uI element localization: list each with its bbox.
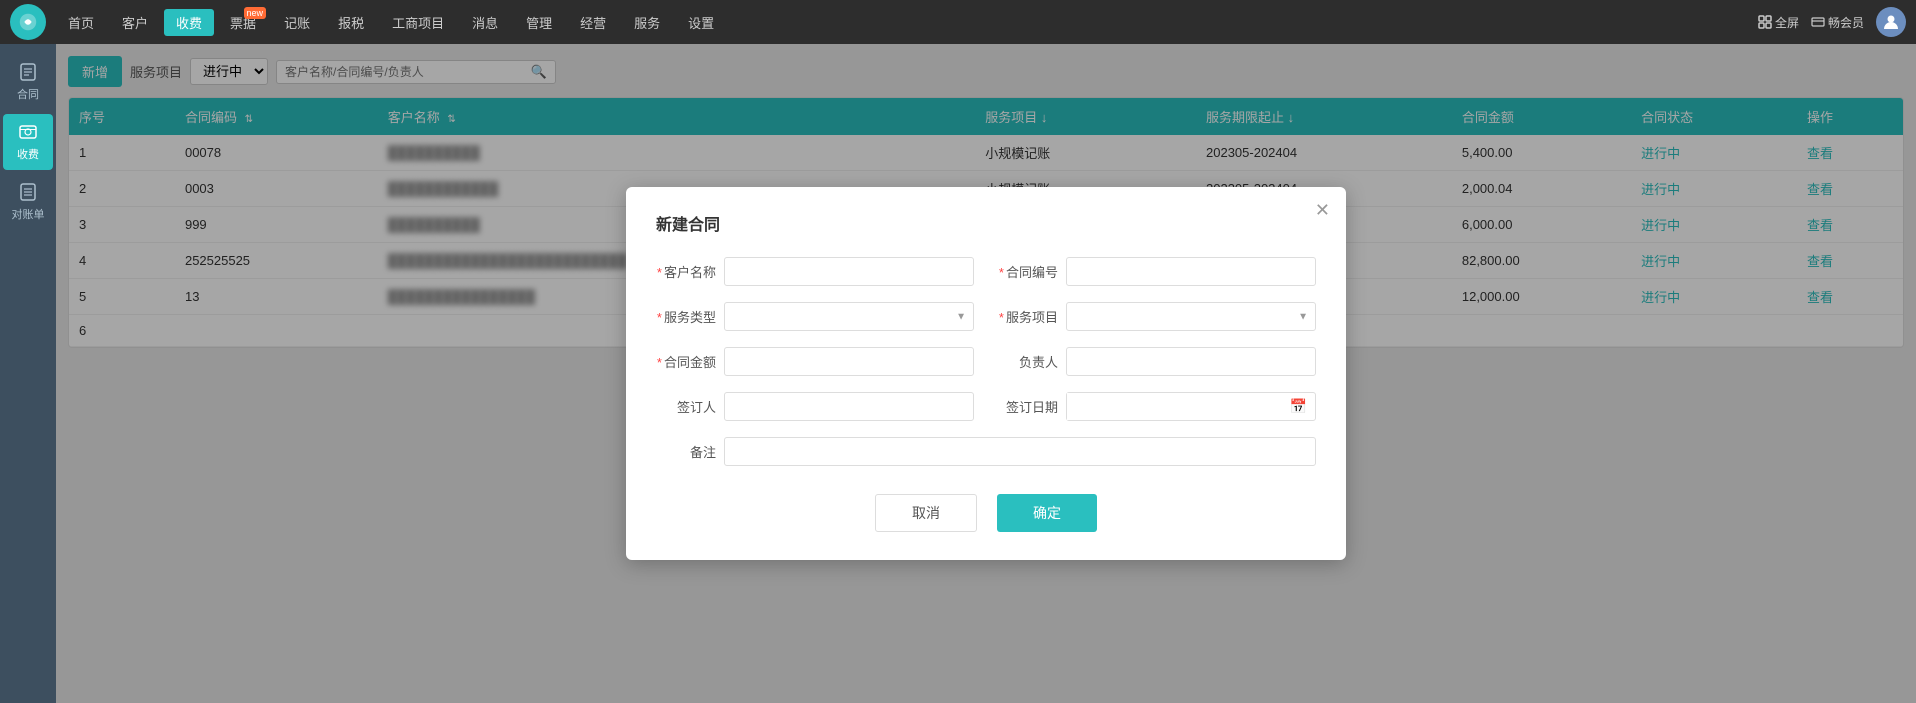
nav-ticket[interactable]: 票据 new bbox=[218, 9, 268, 36]
sidebar-item-statement[interactable]: 对账单 bbox=[3, 174, 53, 230]
cancel-button[interactable]: 取消 bbox=[875, 494, 977, 532]
nav-home[interactable]: 首页 bbox=[56, 9, 106, 36]
nav-manage[interactable]: 管理 bbox=[514, 9, 564, 36]
form-row-service-item: *服务项目 bbox=[998, 302, 1316, 331]
service-item-select-wrapper bbox=[1066, 302, 1316, 331]
customer-name-input[interactable] bbox=[724, 257, 974, 286]
form-row-contract-no: *合同编号 bbox=[998, 257, 1316, 286]
nav-business[interactable]: 工商项目 bbox=[380, 9, 456, 36]
nav-bookkeeping[interactable]: 记账 bbox=[272, 9, 322, 36]
top-navigation: 首页 客户 收费 票据 new 记账 报税 工商项目 消息 管理 经营 服务 设… bbox=[0, 0, 1916, 44]
remark-label: 备注 bbox=[656, 442, 716, 461]
app-logo bbox=[10, 4, 46, 40]
nav-message[interactable]: 消息 bbox=[460, 9, 510, 36]
main-content: 新增 服务项目 进行中 已完成 全部 🔍 序号 合同编码 ⇅ 客户名称 ⇅ bbox=[56, 44, 1916, 703]
nav-customer[interactable]: 客户 bbox=[110, 9, 160, 36]
modal-title: 新建合同 bbox=[656, 211, 1316, 235]
service-item-label: *服务项目 bbox=[998, 307, 1058, 326]
form-row-sign-date: 签订日期 2023-06-06 📅 bbox=[998, 392, 1316, 421]
form-row-signer: 签订人 bbox=[656, 392, 974, 421]
confirm-button[interactable]: 确定 bbox=[997, 494, 1097, 532]
modal-footer: 取消 确定 bbox=[656, 494, 1316, 532]
responsible-person-label: 负责人 bbox=[998, 352, 1058, 371]
service-item-select[interactable] bbox=[1066, 302, 1316, 331]
sign-date-input[interactable]: 2023-06-06 bbox=[1067, 393, 1282, 420]
modal-close-button[interactable]: ✕ bbox=[1315, 201, 1330, 219]
form-row-remark: 备注 bbox=[656, 437, 1316, 466]
form-grid: *客户名称 *合同编号 *服务类型 bbox=[656, 257, 1316, 466]
new-badge: new bbox=[244, 7, 267, 19]
responsible-person-input[interactable] bbox=[1066, 347, 1316, 376]
contract-no-label: *合同编号 bbox=[998, 262, 1058, 281]
sign-date-input-wrapper: 2023-06-06 📅 bbox=[1066, 392, 1316, 421]
modal-overlay: ✕ 新建合同 *客户名称 *合同编号 bbox=[56, 44, 1916, 703]
service-type-select[interactable] bbox=[724, 302, 974, 331]
nav-tax[interactable]: 报税 bbox=[326, 9, 376, 36]
main-layout: 合同 收费 对账单 bbox=[0, 44, 1916, 703]
avatar[interactable] bbox=[1876, 7, 1906, 37]
sign-date-label: 签订日期 bbox=[998, 397, 1058, 416]
customer-name-label: *客户名称 bbox=[656, 262, 716, 281]
contract-amount-label: *合同金额 bbox=[656, 352, 716, 371]
signer-label: 签订人 bbox=[656, 397, 716, 416]
nav-fee[interactable]: 收费 bbox=[164, 9, 214, 36]
sidebar-item-contract[interactable]: 合同 bbox=[3, 54, 53, 110]
fullscreen-button[interactable]: 全屏 bbox=[1758, 14, 1799, 31]
form-row-customer: *客户名称 bbox=[656, 257, 974, 286]
nav-items: 首页 客户 收费 票据 new 记账 报税 工商项目 消息 管理 经营 服务 设… bbox=[56, 9, 1758, 36]
nav-right: 全屏 畅会员 bbox=[1758, 7, 1906, 37]
nav-operation[interactable]: 经营 bbox=[568, 9, 618, 36]
contract-no-input[interactable] bbox=[1066, 257, 1316, 286]
nav-service[interactable]: 服务 bbox=[622, 9, 672, 36]
form-row-responsible: 负责人 bbox=[998, 347, 1316, 376]
contract-amount-input[interactable]: 0.00 bbox=[724, 347, 974, 376]
fee-icon bbox=[18, 122, 38, 142]
contract-icon bbox=[18, 62, 38, 82]
member-button[interactable]: 畅会员 bbox=[1811, 14, 1864, 31]
form-row-service-type: *服务类型 bbox=[656, 302, 974, 331]
service-type-label: *服务类型 bbox=[656, 307, 716, 326]
statement-icon bbox=[18, 182, 38, 202]
service-type-select-wrapper bbox=[724, 302, 974, 331]
nav-settings[interactable]: 设置 bbox=[676, 9, 726, 36]
signer-input[interactable] bbox=[724, 392, 974, 421]
sidebar: 合同 收费 对账单 bbox=[0, 44, 56, 703]
calendar-icon: 📅 bbox=[1282, 398, 1315, 415]
sidebar-item-fee[interactable]: 收费 bbox=[3, 114, 53, 170]
remark-input[interactable] bbox=[724, 437, 1316, 466]
form-row-amount: *合同金额 0.00 bbox=[656, 347, 974, 376]
new-contract-modal: ✕ 新建合同 *客户名称 *合同编号 bbox=[626, 187, 1346, 560]
